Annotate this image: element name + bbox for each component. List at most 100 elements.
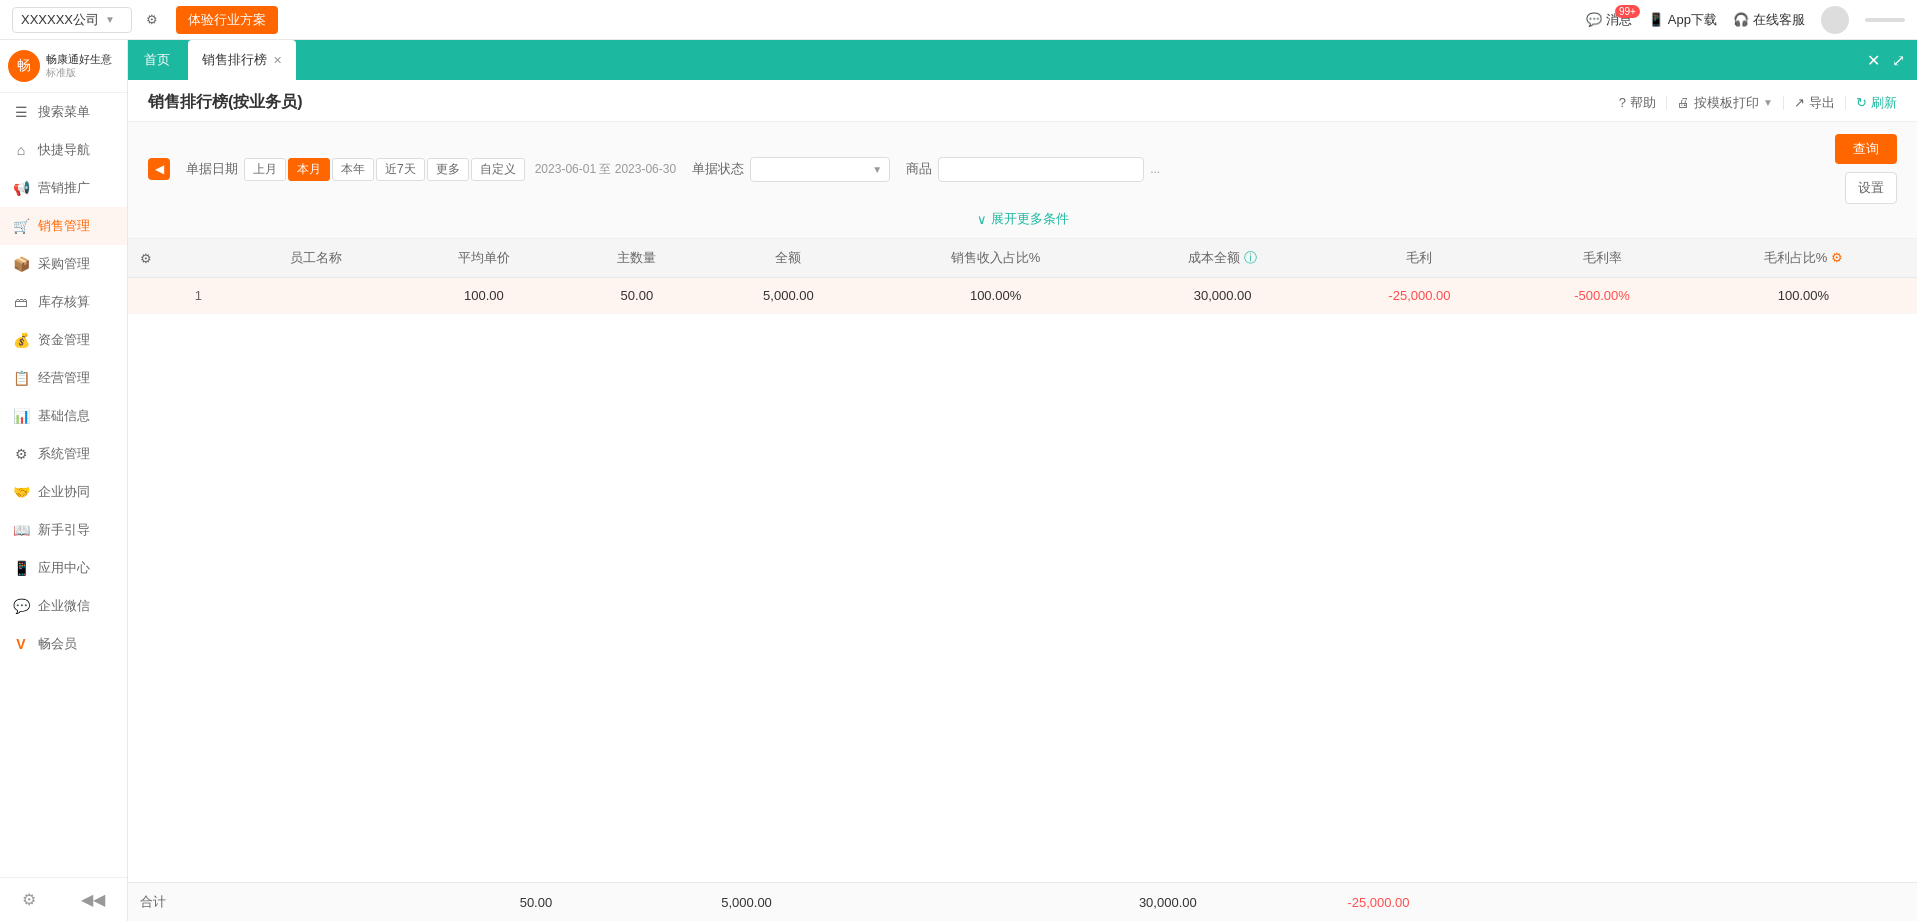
filter-right-btns: 查询 设置 (1835, 134, 1897, 204)
query-button[interactable]: 查询 (1835, 134, 1897, 164)
filter-settings-button[interactable]: 设置 (1845, 172, 1897, 204)
sidebar-label-member: 畅会员 (38, 635, 77, 653)
sidebar-label-system: 系统管理 (38, 445, 90, 463)
online-service-button[interactable]: 🎧 在线客服 (1733, 11, 1805, 29)
sidebar-item-wechat[interactable]: 💬 企业微信 (0, 587, 127, 625)
cell-gross-rate: -500.00% (1514, 278, 1689, 314)
system-icon: ⚙ (12, 445, 30, 463)
tab-close-all-icon[interactable]: ✕ (1863, 47, 1884, 74)
cell-amount: 5,000.00 (706, 278, 870, 314)
help-icon: ? (1619, 95, 1626, 110)
sidebar-label-base: 基础信息 (38, 407, 90, 425)
cell-qty: 50.00 (568, 278, 707, 314)
sidebar-item-guide[interactable]: 📖 新手引导 (0, 511, 127, 549)
date-btn-last-month[interactable]: 上月 (244, 158, 286, 181)
table-footer: 合计 50.00 5,000.00 30,000.00 -25,000.00 (128, 882, 1917, 921)
date-filter: 单据日期 上月 本月 本年 近7天 更多 自定义 2023-06-01 至 20… (186, 158, 676, 181)
sidebar-item-finance[interactable]: 💰 资金管理 (0, 321, 127, 359)
status-select[interactable] (750, 157, 890, 182)
refresh-button[interactable]: ↻ 刷新 (1856, 94, 1897, 112)
search-menu-icon: ☰ (12, 103, 30, 121)
sidebar-item-search[interactable]: ☰ 搜索菜单 (0, 93, 127, 131)
date-btn-this-year[interactable]: 本年 (332, 158, 374, 181)
table-header-row: ⚙ 员工名称 平均单价 主数量 全额 销售收入占比% 成本全额 ⓘ 毛利 毛利率… (128, 239, 1917, 278)
app-label: App下载 (1668, 11, 1717, 29)
sidebar-label-sales: 销售管理 (38, 217, 90, 235)
sidebar-label-search: 搜索菜单 (38, 103, 90, 121)
page-title: 销售排行榜(按业务员) (148, 92, 303, 113)
app-icon: 📱 (1648, 12, 1664, 27)
wechat-icon: 💬 (12, 597, 30, 615)
header-actions: ? 帮助 🖨 按模板打印 ▼ ↗ 导出 (1619, 94, 1897, 112)
sidebar-label-purchase: 采购管理 (38, 255, 90, 273)
chevron-down-expand-icon: ∨ (977, 212, 987, 227)
col-gear[interactable]: ⚙ (128, 239, 164, 278)
cell-name (233, 278, 400, 314)
settings-icon[interactable]: ⚙ (138, 6, 166, 34)
col-qty: 主数量 (568, 239, 707, 278)
goods-filter-label: 商品 (906, 160, 932, 178)
trial-button[interactable]: 体验行业方案 (176, 6, 278, 34)
message-badge: 99+ (1615, 5, 1640, 18)
logo-area: 畅 畅康通好生意 标准版 (0, 40, 127, 93)
date-btn-custom[interactable]: 自定义 (471, 158, 525, 181)
sidebar: 畅 畅康通好生意 标准版 ☰ 搜索菜单 ⌂ 快捷导航 📢 营销推广 🛒 销售管理… (0, 40, 128, 921)
help-button[interactable]: ? 帮助 (1619, 94, 1656, 112)
sidebar-label-collab: 企业协同 (38, 483, 90, 501)
status-select-wrapper: ▼ (750, 157, 890, 182)
sidebar-item-operation[interactable]: 📋 经营管理 (0, 359, 127, 397)
user-name (1865, 18, 1905, 22)
help-label: 帮助 (1630, 94, 1656, 112)
tab-close-icon[interactable]: ✕ (273, 54, 282, 67)
tab-sales-rank-label: 销售排行榜 (202, 51, 267, 69)
sidebar-label-wechat: 企业微信 (38, 597, 90, 615)
col-gross-pct: 毛利占比% ⚙ (1690, 239, 1917, 278)
print-button[interactable]: 🖨 按模板打印 ▼ (1677, 94, 1773, 112)
tab-sales-rank[interactable]: 销售排行榜 ✕ (188, 40, 296, 80)
sidebar-item-purchase[interactable]: 📦 采购管理 (0, 245, 127, 283)
sidebar-item-sales[interactable]: 🛒 销售管理 (0, 207, 127, 245)
main-area: 首页 销售排行榜 ✕ ✕ ⤢ 销售排行榜(按业务员) ? 帮助 (128, 40, 1917, 921)
member-icon: V (12, 635, 30, 653)
sidebar-label-inventory: 库存核算 (38, 293, 90, 311)
col-sales-pct: 销售收入占比% (871, 239, 1121, 278)
date-btn-7days[interactable]: 近7天 (376, 158, 425, 181)
avatar[interactable] (1821, 6, 1849, 34)
app-download-button[interactable]: 📱 App下载 (1648, 11, 1717, 29)
sidebar-collapse-btn[interactable]: ◀◀ (73, 886, 113, 913)
date-btn-this-month[interactable]: 本月 (288, 158, 330, 181)
filter-collapse-btn[interactable]: ◀ (148, 158, 170, 180)
sidebar-item-apps[interactable]: 📱 应用中心 (0, 549, 127, 587)
goods-filter: 商品 ... (906, 157, 1160, 182)
message-button[interactable]: 💬 消息 99+ (1586, 11, 1632, 29)
filter-row: ◀ 单据日期 上月 本月 本年 近7天 更多 自定义 (148, 134, 1897, 204)
top-bar: XXXXXX公司 ▼ ⚙ 体验行业方案 💬 消息 99+ 📱 App下载 🎧 在… (0, 0, 1917, 40)
sidebar-item-marketing[interactable]: 📢 营销推广 (0, 169, 127, 207)
table-area: ⚙ 员工名称 平均单价 主数量 全额 销售收入占比% 成本全额 ⓘ 毛利 毛利率… (128, 239, 1917, 882)
table-row: 1 100.00 50.00 5,000.00 100.00% 30,000.0… (128, 278, 1917, 314)
export-button[interactable]: ↗ 导出 (1794, 94, 1835, 112)
sidebar-item-base[interactable]: 📊 基础信息 (0, 397, 127, 435)
tab-home[interactable]: 首页 (128, 40, 186, 80)
status-filter: 单据状态 ▼ (692, 157, 890, 182)
sidebar-item-member[interactable]: V 畅会员 (0, 625, 127, 663)
expand-more-btn[interactable]: ∨ 展开更多条件 (148, 204, 1897, 230)
date-btn-more[interactable]: 更多 (427, 158, 469, 181)
sidebar-item-inventory[interactable]: 🗃 库存核算 (0, 283, 127, 321)
print-label: 按模板打印 (1694, 94, 1759, 112)
goods-input[interactable] (938, 157, 1144, 182)
more-options-icon[interactable]: ... (1150, 162, 1160, 176)
sidebar-item-system[interactable]: ⚙ 系统管理 (0, 435, 127, 473)
sidebar-item-shortcut[interactable]: ⌂ 快捷导航 (0, 131, 127, 169)
company-selector[interactable]: XXXXXX公司 ▼ (12, 7, 132, 33)
cell-sales-pct: 100.00% (871, 278, 1121, 314)
sidebar-settings-btn[interactable]: ⚙ (14, 886, 44, 913)
sidebar-item-collab[interactable]: 🤝 企业协同 (0, 473, 127, 511)
collab-icon: 🤝 (12, 483, 30, 501)
sidebar-bottom: ⚙ ◀◀ (0, 877, 127, 921)
inventory-icon: 🗃 (12, 293, 30, 311)
tab-bar-right: ✕ ⤢ (1863, 47, 1917, 74)
footer-total-label: 合计 (140, 893, 220, 911)
tab-maximize-icon[interactable]: ⤢ (1888, 47, 1909, 74)
col-avg-price: 平均单价 (400, 239, 567, 278)
